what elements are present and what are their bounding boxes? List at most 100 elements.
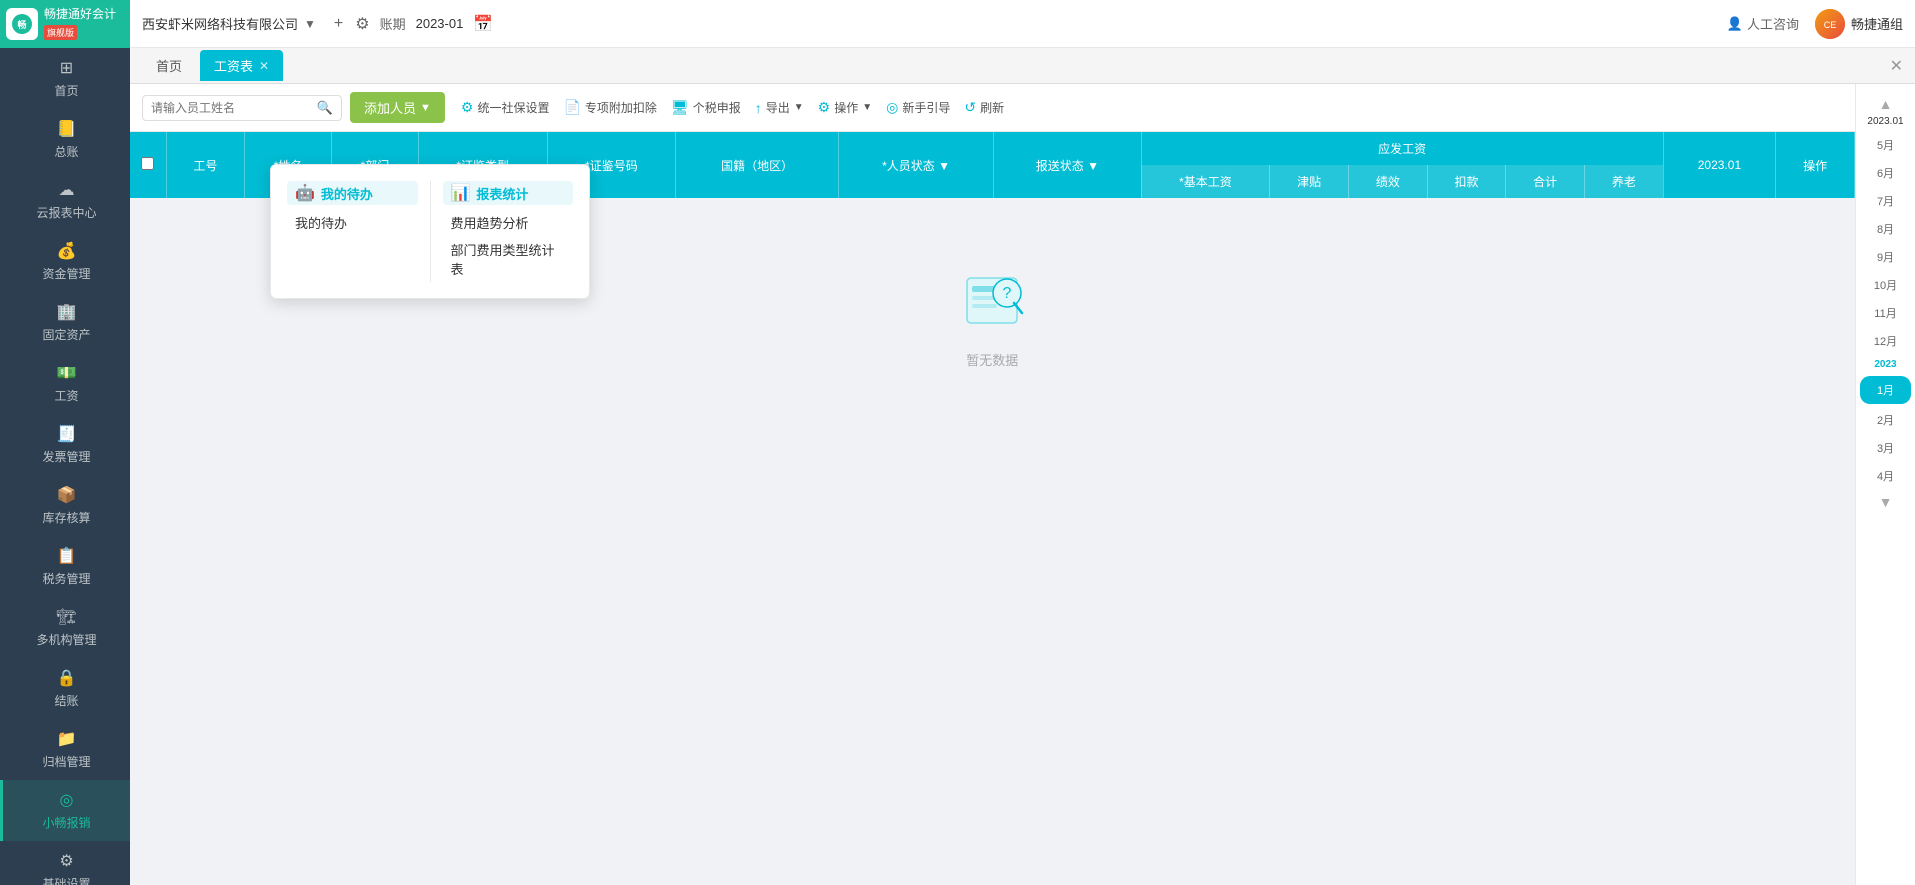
tax-report-btn[interactable]: 🖥 个税申报 xyxy=(671,99,741,116)
export-icon: ↑ xyxy=(755,100,762,116)
company-dropdown-icon: ▼ xyxy=(304,17,316,31)
tabs-close-all-icon[interactable]: ✕ xyxy=(1890,56,1903,76)
tabs-bar: 首页 工资表 ✕ ✕ xyxy=(130,48,1915,84)
content-area: 🔍 添加人员 ▼ ⚙ 统一社保设置 📄 专项附加扣除 xyxy=(130,84,1915,885)
search-icon: 🔍 xyxy=(317,100,333,116)
service-label: 人工咨询 xyxy=(1747,14,1799,33)
timeline-feb-2023[interactable]: 2月 xyxy=(1856,406,1915,434)
th-period: 2023.01 xyxy=(1663,132,1776,198)
add-person-button[interactable]: 添加人员 ▼ xyxy=(350,92,445,123)
tab-home[interactable]: 首页 xyxy=(142,50,196,81)
person-status-label: *人员状态 xyxy=(882,159,935,173)
export-btn[interactable]: ↑ 导出 ▼ xyxy=(755,99,804,116)
sidebar-label-settings: 基础设置 xyxy=(42,875,90,885)
popup-item-pending[interactable]: 我的待办 xyxy=(287,209,418,236)
popup-menu: 🤖 我的待办 我的待办 📊 报表统计 费用趋势分析 部门费用类型统计表 xyxy=(270,164,590,299)
sidebar-item-multi-org[interactable]: 🏗 多机构管理 xyxy=(0,597,130,658)
operations-btn[interactable]: ⚙ 操作 ▼ xyxy=(818,99,872,116)
settings-button[interactable]: ⚙ xyxy=(355,14,369,34)
new-guide-icon: ◎ xyxy=(886,99,898,116)
salary-icon: 💵 xyxy=(57,363,77,383)
user-info[interactable]: CE 畅捷通组 xyxy=(1815,9,1903,39)
tab-close-icon[interactable]: ✕ xyxy=(259,59,269,73)
timeline-header: 2023.01 xyxy=(1867,116,1903,127)
popup-section1-title: 🤖 我的待办 xyxy=(287,181,418,205)
sidebar-item-archive[interactable]: 📁 归档管理 xyxy=(0,719,130,780)
person-status-filter-icon[interactable]: ▼ xyxy=(938,159,950,173)
search-input[interactable] xyxy=(151,101,311,115)
tab-salary[interactable]: 工资表 ✕ xyxy=(200,50,283,81)
add-company-button[interactable]: + xyxy=(334,15,343,33)
refresh-icon: ↺ xyxy=(964,99,976,116)
popup-section1-icon: 🤖 xyxy=(295,183,315,203)
new-guide-btn[interactable]: ◎ 新手引导 xyxy=(886,99,950,116)
th-bonus: 绩效 xyxy=(1348,165,1427,198)
sidebar-item-cloud-report[interactable]: ☁ 云报表中心 xyxy=(0,170,130,231)
special-deduct-btn[interactable]: 📄 专项附加扣除 xyxy=(563,99,656,116)
timeline-nov[interactable]: 11月 xyxy=(1856,299,1915,327)
service-button[interactable]: 👤 人工咨询 xyxy=(1727,14,1799,33)
xiaochang-icon: ◎ xyxy=(60,790,74,810)
timeline-jul[interactable]: 7月 xyxy=(1856,187,1915,215)
refresh-label: 刷新 xyxy=(980,99,1004,116)
company-name: 西安虾米网络科技有限公司 xyxy=(142,14,298,33)
timeline-aug[interactable]: 8月 xyxy=(1856,215,1915,243)
th-nationality: 国籍（地区） xyxy=(676,132,839,198)
popup-section2-label: 报表统计 xyxy=(476,184,528,203)
refresh-btn[interactable]: ↺ 刷新 xyxy=(964,99,1004,116)
timeline-dec[interactable]: 12月 xyxy=(1856,327,1915,355)
social-insurance-label: 统一社保设置 xyxy=(477,99,549,116)
timeline-jan-2023[interactable]: 1月 xyxy=(1860,376,1911,404)
timeline-mar-2023[interactable]: 3月 xyxy=(1856,434,1915,462)
sidebar-item-inventory[interactable]: 📦 库存核算 xyxy=(0,475,130,536)
sidebar-item-close[interactable]: 🔒 结账 xyxy=(0,658,130,719)
popup-section2-title: 📊 报表统计 xyxy=(443,181,574,205)
sidebar-item-ledger[interactable]: 📒 总账 xyxy=(0,109,130,170)
th-allowance: 津贴 xyxy=(1270,165,1349,198)
sidebar-label-home: 首页 xyxy=(54,82,78,99)
select-all-checkbox[interactable] xyxy=(141,157,154,170)
sidebar: 畅 畅捷通好会计 旗舰版 ⊞ 首页 📒 总账 ☁ 云报表中心 💰 资金管理 🏢 … xyxy=(0,0,130,885)
period-value: 2023-01 xyxy=(416,16,464,31)
search-box[interactable]: 🔍 xyxy=(142,95,342,121)
logo-badge: 旗舰版 xyxy=(44,25,77,40)
th-salary-group: 应发工资 xyxy=(1141,132,1663,165)
social-insurance-btn[interactable]: ⚙ 统一社保设置 xyxy=(461,99,550,116)
popup-item-cost-trend[interactable]: 费用趋势分析 xyxy=(443,209,574,236)
sidebar-item-salary[interactable]: 💵 工资 xyxy=(0,353,130,414)
popup-section2-icon: 📊 xyxy=(451,183,471,203)
sidebar-item-fixed-asset[interactable]: 🏢 固定资产 xyxy=(0,292,130,353)
add-person-arrow-icon: ▼ xyxy=(420,102,431,114)
timeline-nav-up[interactable]: ▲ xyxy=(1875,92,1897,116)
archive-icon: 📁 xyxy=(57,729,77,749)
report-status-filter-icon[interactable]: ▼ xyxy=(1087,159,1099,173)
sidebar-item-fund[interactable]: 💰 资金管理 xyxy=(0,231,130,292)
sidebar-label-archive: 归档管理 xyxy=(42,753,90,770)
sidebar-item-xiaochang[interactable]: ◎ 小畅报销 xyxy=(0,780,130,841)
company-selector[interactable]: 西安虾米网络科技有限公司 ▼ xyxy=(142,14,316,33)
multi-org-icon: 🏗 xyxy=(56,607,76,627)
sidebar-label-xiaochang: 小畅报销 xyxy=(42,814,90,831)
period-label: 账期 xyxy=(380,14,406,33)
calendar-icon[interactable]: 📅 xyxy=(473,14,493,34)
sidebar-item-tax[interactable]: 📋 税务管理 xyxy=(0,536,130,597)
timeline-sep[interactable]: 9月 xyxy=(1856,243,1915,271)
inventory-icon: 📦 xyxy=(57,485,77,505)
timeline-apr-2023[interactable]: 4月 xyxy=(1856,462,1915,490)
topbar-right: 👤 人工咨询 CE 畅捷通组 xyxy=(1727,9,1903,39)
main-content: 西安虾米网络科技有限公司 ▼ + ⚙ 账期 2023-01 📅 👤 人工咨询 xyxy=(130,0,1915,885)
timeline-jun[interactable]: 6月 xyxy=(1856,159,1915,187)
operations-icon: ⚙ xyxy=(818,99,831,116)
sidebar-item-home[interactable]: ⊞ 首页 xyxy=(0,48,130,109)
timeline-may[interactable]: 5月 xyxy=(1856,131,1915,159)
popup-item-dept-cost[interactable]: 部门费用类型统计表 xyxy=(443,236,574,282)
sidebar-item-basic-settings[interactable]: ⚙ 基础设置 xyxy=(0,841,130,885)
sidebar-label-fund: 资金管理 xyxy=(42,265,90,282)
ledger-icon: 📒 xyxy=(57,119,77,139)
invoice-icon: 🧾 xyxy=(57,424,77,444)
report-status-label: 报送状态 xyxy=(1036,159,1084,173)
sidebar-item-invoice[interactable]: 🧾 发票管理 xyxy=(0,414,130,475)
operations-label: 操作 xyxy=(834,99,858,116)
timeline-oct[interactable]: 10月 xyxy=(1856,271,1915,299)
timeline-nav-down[interactable]: ▼ xyxy=(1875,490,1897,514)
